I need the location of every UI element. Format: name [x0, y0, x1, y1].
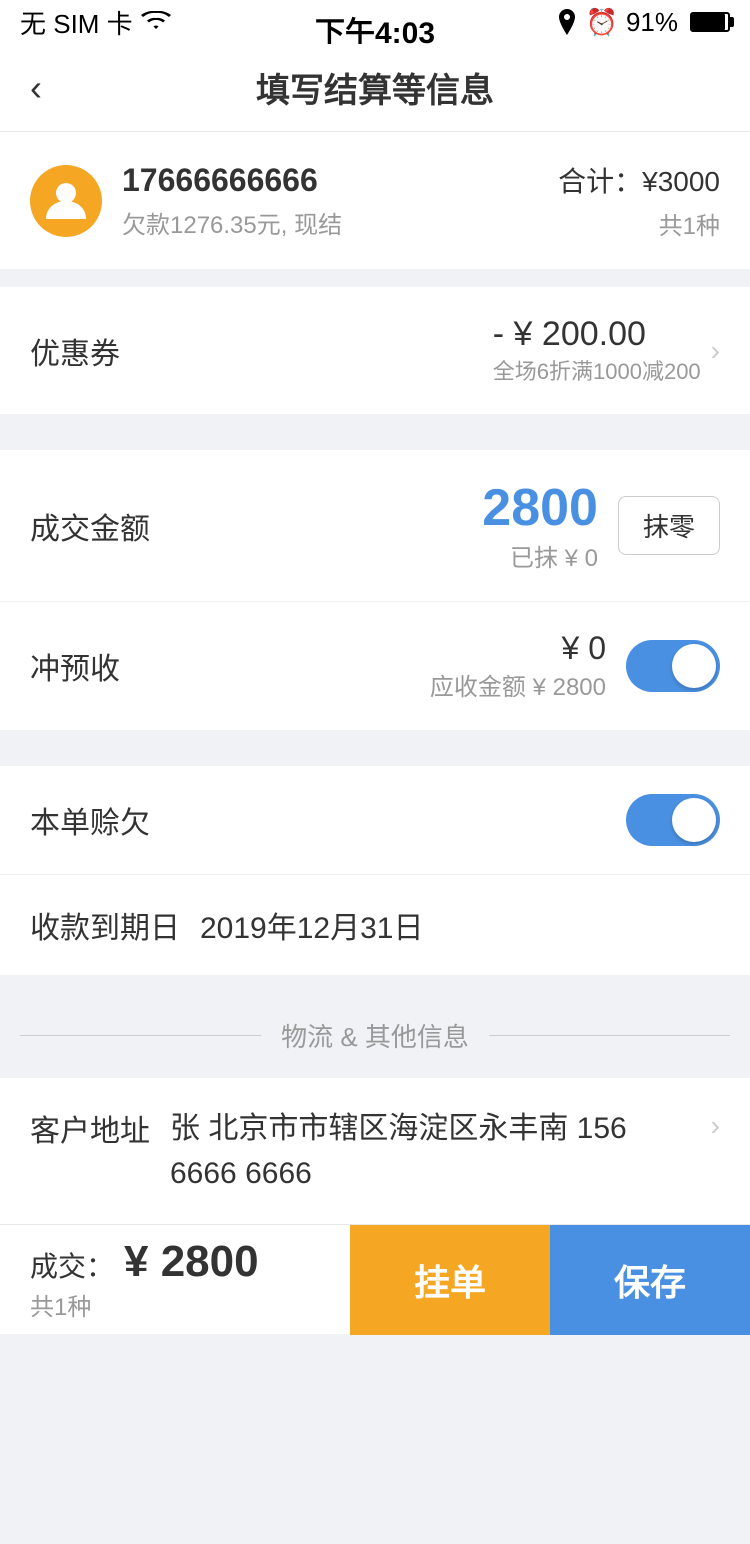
alarm-icon: ⏰ — [586, 7, 618, 38]
amount-row: 成交金额 2800 已抹 ¥ 0 抹零 — [0, 450, 750, 601]
wifi-icon — [141, 11, 171, 33]
prepay-label: 冲预收 — [30, 644, 120, 688]
total-label: 合计：¥3000 — [558, 160, 720, 200]
back-button[interactable]: ‹ — [30, 67, 42, 109]
coupon-desc: 全场6折满1000减200 — [493, 354, 701, 386]
amount-right: 2800 已抹 ¥ 0 抹零 — [482, 478, 720, 573]
carrier-text: 无 SIM 卡 — [20, 4, 133, 41]
address-label: 客户地址 — [30, 1106, 150, 1150]
bottom-total-count: 共1种 — [30, 1287, 320, 1322]
customer-left: 17666666666 欠款1276.35元, 现结 — [30, 162, 342, 240]
location-icon — [556, 9, 578, 35]
address-value: 张 北京市市辖区海淀区永丰南 156 6666 6666 — [170, 1106, 691, 1196]
status-left: 无 SIM 卡 — [20, 4, 171, 41]
logistics-separator: 物流 & 其他信息 — [0, 993, 750, 1078]
status-right: ⏰ 91% — [556, 7, 730, 38]
customer-right: 合计：¥3000 共1种 — [558, 160, 720, 241]
round-button[interactable]: 抹零 — [618, 496, 720, 555]
prepay-toggle[interactable] — [626, 640, 720, 692]
hang-button[interactable]: 挂单 — [350, 1225, 550, 1335]
amount-value: 2800 — [482, 479, 598, 537]
total-count: 共1种 — [558, 206, 720, 241]
customer-card: 17666666666 欠款1276.35元, 现结 合计：¥3000 共1种 — [0, 132, 750, 269]
separator-2 — [0, 748, 750, 766]
amount-erased: 已抹 ¥ 0 — [482, 538, 598, 573]
address-chevron-icon: › — [711, 1110, 720, 1142]
prepay-right: ¥ 0 应收金额 ¥ 2800 — [430, 630, 720, 702]
coupon-amount: - ¥ 200.00 — [493, 315, 701, 354]
amount-section: 成交金额 2800 已抹 ¥ 0 抹零 冲预收 ¥ 0 应收金额 ¥ 2800 — [0, 450, 750, 730]
prepay-receivable: 应收金额 ¥ 2800 — [430, 667, 606, 702]
bottom-total-value: ¥ 2800 — [124, 1237, 259, 1287]
duedate-label: 收款到期日 — [30, 903, 180, 947]
bottom-total: 成交： ¥ 2800 共1种 — [0, 1237, 350, 1322]
debt-toggle[interactable] — [626, 794, 720, 846]
debt-row: 本单赊欠 — [0, 766, 750, 874]
nav-bar: ‹ 填写结算等信息 — [0, 44, 750, 132]
coupon-right: - ¥ 200.00 全场6折满1000减200 › — [493, 315, 720, 386]
avatar — [30, 165, 102, 237]
debt-toggle-knob — [672, 798, 716, 842]
nav-title: 填写结算等信息 — [256, 63, 494, 112]
debt-label: 本单赊欠 — [30, 798, 150, 842]
bottom-total-row: 成交： ¥ 2800 — [30, 1237, 320, 1287]
logistics-text: 物流 & 其他信息 — [281, 1017, 469, 1054]
amount-value-wrap: 2800 已抹 ¥ 0 — [482, 478, 598, 573]
prepay-amounts: ¥ 0 应收金额 ¥ 2800 — [430, 630, 606, 702]
chevron-right-icon: › — [711, 335, 720, 367]
logistics-line-left — [20, 1035, 261, 1036]
user-icon — [42, 177, 90, 225]
toggle-knob — [672, 644, 716, 688]
duedate-value: 2019年12月31日 — [200, 903, 423, 947]
battery-icon — [690, 12, 730, 32]
address-row[interactable]: 客户地址 张 北京市市辖区海淀区永丰南 156 6666 6666 › — [0, 1078, 750, 1224]
separator-1 — [0, 432, 750, 450]
duedate-row: 收款到期日 2019年12月31日 — [0, 874, 750, 975]
status-bar: 无 SIM 卡 下午4:03 ⏰ 91% — [0, 0, 750, 44]
amount-label: 成交金额 — [30, 504, 150, 548]
bottom-bar: 成交： ¥ 2800 共1种 挂单 保存 — [0, 1224, 750, 1334]
save-button[interactable]: 保存 — [550, 1225, 750, 1335]
bottom-total-label: 成交： — [30, 1245, 114, 1285]
customer-debt: 欠款1276.35元, 现结 — [122, 205, 342, 240]
customer-info: 17666666666 欠款1276.35元, 现结 — [122, 162, 342, 240]
logistics-line-right — [489, 1035, 730, 1036]
prepay-row: 冲预收 ¥ 0 应收金额 ¥ 2800 — [0, 601, 750, 730]
coupon-amount-wrap: - ¥ 200.00 全场6折满1000减200 — [493, 315, 701, 386]
prepay-value: ¥ 0 — [430, 630, 606, 667]
coupon-label: 优惠券 — [30, 329, 120, 373]
customer-phone: 17666666666 — [122, 162, 342, 199]
battery-percent: 91% — [626, 7, 678, 38]
coupon-row[interactable]: 优惠券 - ¥ 200.00 全场6折满1000减200 › — [0, 287, 750, 414]
debt-section: 本单赊欠 收款到期日 2019年12月31日 — [0, 766, 750, 975]
